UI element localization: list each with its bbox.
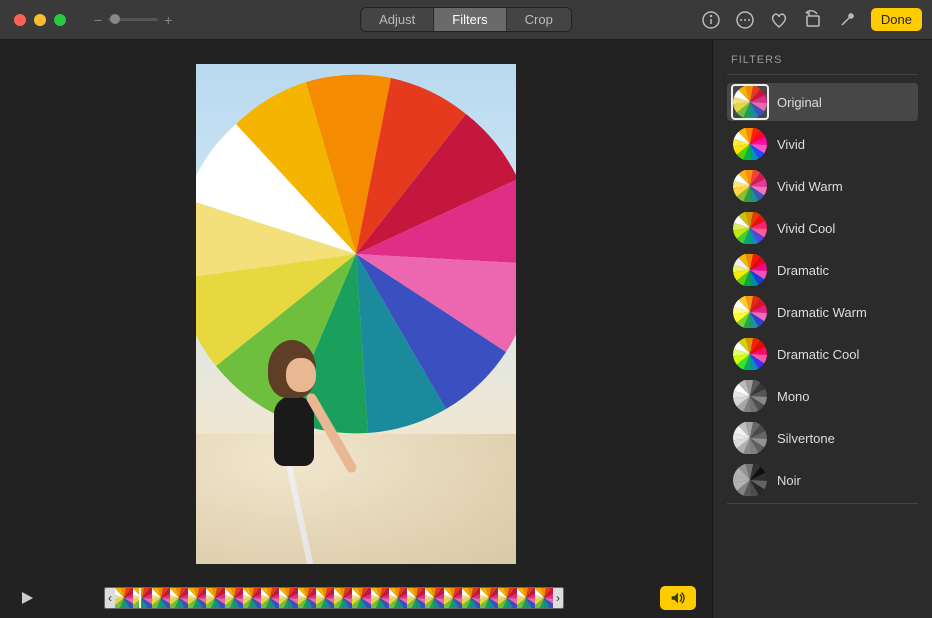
done-button[interactable]: Done [871, 8, 922, 31]
filter-item-mono[interactable]: Mono [727, 377, 918, 415]
toolbar-right: Done [701, 8, 922, 31]
filter-label: Silvertone [777, 431, 835, 446]
timeline-frame[interactable] [462, 588, 480, 608]
timeline-frame[interactable] [480, 588, 498, 608]
fullscreen-window-button[interactable] [54, 14, 66, 26]
filter-label: Vivid Warm [777, 179, 843, 194]
video-timeline[interactable]: ‹ › [104, 587, 564, 609]
timeline-frame[interactable] [206, 588, 224, 608]
tab-adjust[interactable]: Adjust [361, 8, 434, 31]
zoom-in-icon[interactable]: + [164, 13, 172, 27]
canvas-area: ‹ › [0, 40, 712, 618]
timeline-frame[interactable] [170, 588, 188, 608]
filter-thumb-dramatic-cool [733, 338, 767, 370]
timeline-frame[interactable] [444, 588, 462, 608]
titlebar: − + Adjust Filters Crop Done [0, 0, 932, 40]
filter-label: Noir [777, 473, 801, 488]
filters-sidebar: FILTERS Original Vivid Vivid Warm Vivid Coo… [712, 40, 932, 618]
sidebar-title: FILTERS [727, 54, 918, 66]
timeline-frame[interactable] [389, 588, 407, 608]
filter-thumb-original [733, 86, 767, 118]
tab-crop[interactable]: Crop [507, 8, 571, 31]
window-controls [10, 14, 66, 26]
sound-button[interactable] [660, 586, 696, 610]
play-button[interactable] [16, 588, 38, 608]
rotate-icon[interactable] [803, 10, 823, 30]
filter-label: Vivid [777, 137, 805, 152]
filter-item-dramatic[interactable]: Dramatic [727, 251, 918, 289]
more-icon[interactable] [735, 10, 755, 30]
filter-item-vivid-warm[interactable]: Vivid Warm [727, 167, 918, 205]
filter-thumb-vivid-warm [733, 170, 767, 202]
divider [727, 503, 918, 504]
filter-label: Dramatic Warm [777, 305, 867, 320]
filter-thumb-noir [733, 464, 767, 496]
timeline-frame[interactable] [316, 588, 334, 608]
timeline-frame[interactable] [279, 588, 297, 608]
zoom-slider[interactable]: − + [94, 13, 172, 27]
timeline-frame[interactable] [334, 588, 352, 608]
timeline-frame[interactable] [243, 588, 261, 608]
zoom-out-icon[interactable]: − [94, 13, 102, 27]
filter-item-dramatic-cool[interactable]: Dramatic Cool [727, 335, 918, 373]
timeline-frame[interactable] [535, 588, 553, 608]
filter-item-silvertone[interactable]: Silvertone [727, 419, 918, 457]
edit-mode-tabs: Adjust Filters Crop [360, 7, 572, 32]
timeline-frame[interactable] [188, 588, 206, 608]
filter-item-vivid[interactable]: Vivid [727, 125, 918, 163]
timeline-frame[interactable] [517, 588, 535, 608]
wand-icon[interactable] [837, 10, 857, 30]
filter-item-vivid-cool[interactable]: Vivid Cool [727, 209, 918, 247]
zoom-track[interactable] [108, 18, 158, 21]
filter-item-noir[interactable]: Noir [727, 461, 918, 499]
timeline-frame[interactable] [152, 588, 170, 608]
filter-label: Dramatic Cool [777, 347, 859, 362]
filter-thumb-vivid-cool [733, 212, 767, 244]
info-icon[interactable] [701, 10, 721, 30]
zoom-thumb[interactable] [110, 14, 120, 24]
timeline-frame[interactable] [225, 588, 243, 608]
filter-label: Original [777, 95, 822, 110]
timeline-frame[interactable] [352, 588, 370, 608]
video-timeline-bar: ‹ › [0, 578, 712, 618]
filter-label: Mono [777, 389, 810, 404]
timeline-frame[interactable] [498, 588, 516, 608]
heart-icon[interactable] [769, 10, 789, 30]
filter-thumb-silvertone [733, 422, 767, 454]
timeline-frame[interactable] [425, 588, 443, 608]
timeline-frame[interactable] [261, 588, 279, 608]
timeline-frame[interactable] [371, 588, 389, 608]
filter-thumb-dramatic-warm [733, 296, 767, 328]
timeline-frame[interactable] [115, 588, 133, 608]
playhead[interactable] [139, 587, 141, 609]
filter-thumb-vivid [733, 128, 767, 160]
filter-label: Dramatic [777, 263, 829, 278]
filter-label: Vivid Cool [777, 221, 835, 236]
filter-item-dramatic-warm[interactable]: Dramatic Warm [727, 293, 918, 331]
filter-thumb-dramatic [733, 254, 767, 286]
trim-handle-left[interactable]: ‹ [105, 588, 115, 608]
minimize-window-button[interactable] [34, 14, 46, 26]
timeline-frame[interactable] [407, 588, 425, 608]
photo-preview[interactable] [196, 64, 516, 564]
timeline-frame[interactable] [133, 588, 151, 608]
filter-item-original[interactable]: Original [727, 83, 918, 121]
trim-handle-right[interactable]: › [553, 588, 563, 608]
filter-thumb-mono [733, 380, 767, 412]
tab-filters[interactable]: Filters [434, 8, 506, 31]
close-window-button[interactable] [14, 14, 26, 26]
divider [727, 74, 918, 75]
timeline-frame[interactable] [298, 588, 316, 608]
